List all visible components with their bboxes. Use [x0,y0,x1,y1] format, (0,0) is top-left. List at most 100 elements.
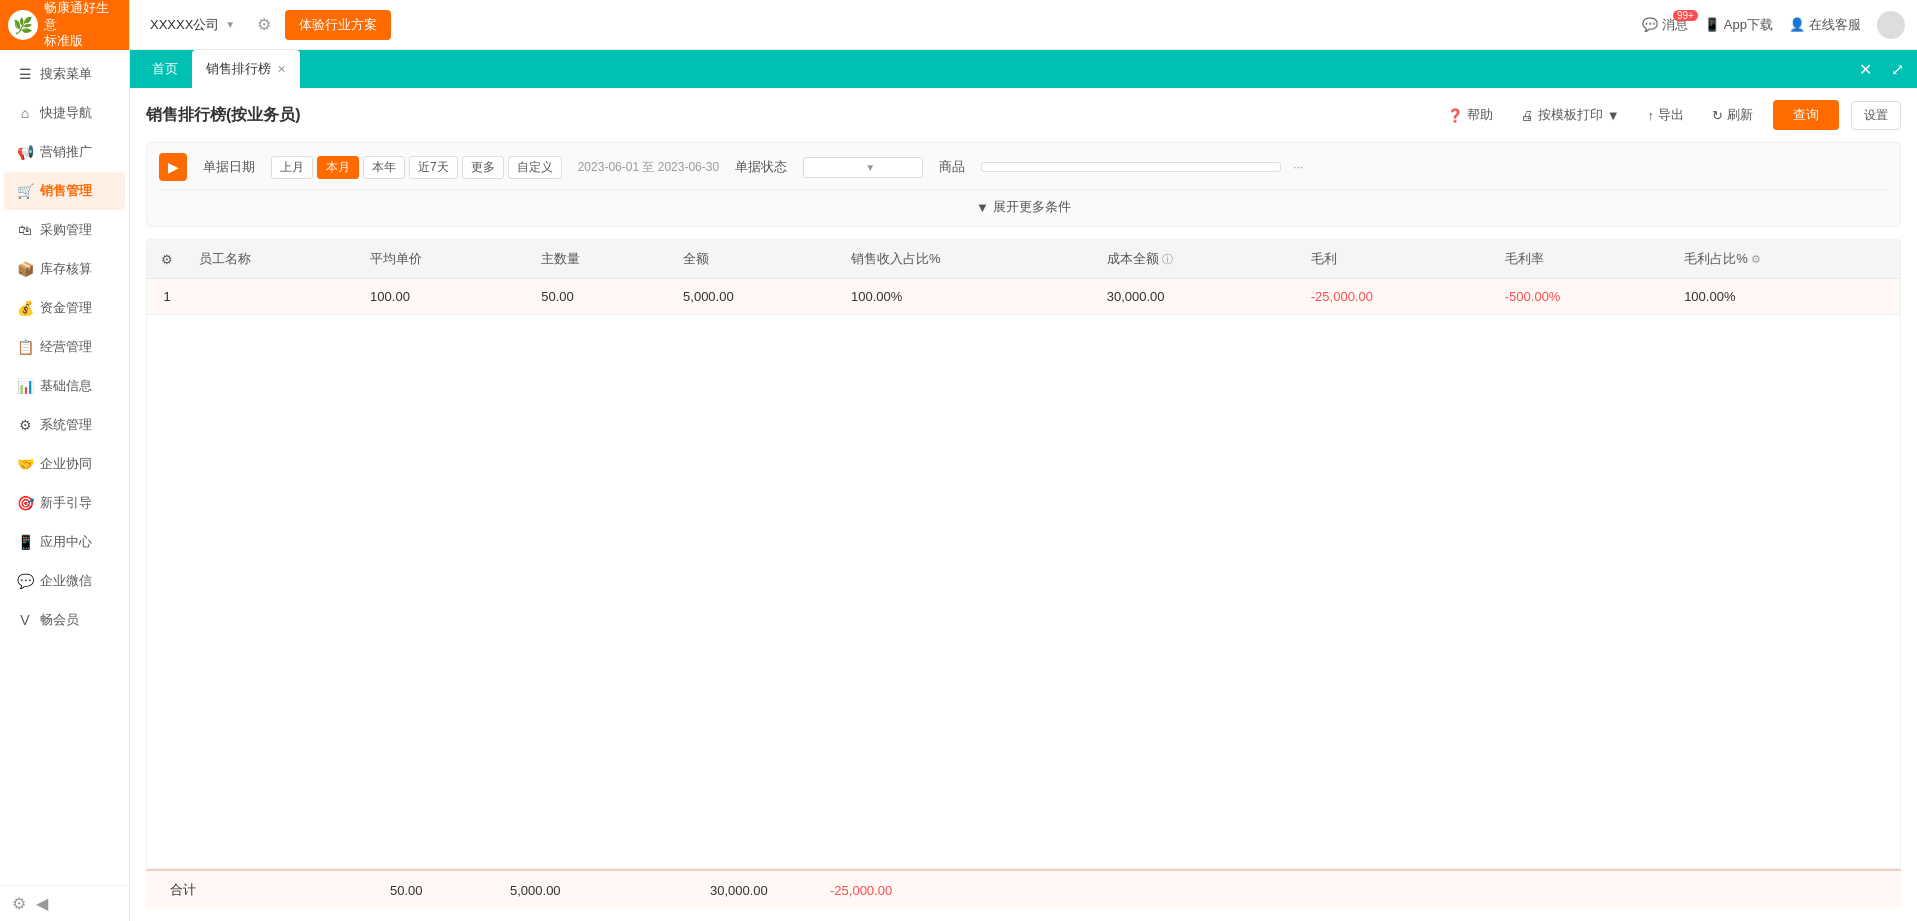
cell-gross: -25,000.00 [1299,279,1493,315]
tab-home[interactable]: 首页 [138,50,192,88]
app-download-action[interactable]: 📱 App下载 [1704,16,1773,34]
cell-rank: 1 [147,279,187,315]
tab-expand-icon[interactable]: ⤢ [1885,57,1909,81]
expand-more-button[interactable]: ▼ 展开更多条件 [159,198,1888,216]
tab-sales-rank[interactable]: 销售排行榜 ✕ [192,50,300,88]
topbar: XXXXX公司 ▼ ⚙ 体验行业方案 💬 消息 99+ 📱 App下载 👤 在线… [130,0,1917,50]
tab-close-icon[interactable]: ✕ [277,63,286,76]
sidebar-item-search[interactable]: ☰ 搜索菜单 [4,55,125,93]
inventory-icon: 📦 [16,261,34,277]
status-select-arrow: ▼ [865,162,914,173]
col-main-qty: 主数量 [529,240,671,279]
sidebar-item-app-center[interactable]: 📱 应用中心 [4,523,125,561]
main-area: XXXXX公司 ▼ ⚙ 体验行业方案 💬 消息 99+ 📱 App下载 👤 在线… [130,0,1917,921]
footer-collapse-icon[interactable]: ◀ [36,894,48,913]
refresh-icon: ↻ [1712,108,1723,123]
sidebar-item-purchase[interactable]: 🛍 采购管理 [4,211,125,249]
goods-select[interactable] [981,162,1281,172]
col-settings[interactable]: ⚙ [147,240,187,279]
logo-text: 畅康通好生意 标准版 [44,0,121,50]
settings-button[interactable]: 设置 [1851,101,1901,130]
sidebar-item-label: 营销推广 [40,143,92,161]
page-content: 销售排行榜(按业务员) ❓ 帮助 🖨 按模板打印 ▼ ↑ 导出 [130,88,1917,921]
sidebar-item-enterprise-wechat[interactable]: 💬 企业微信 [4,562,125,600]
sidebar-item-label: 基础信息 [40,377,92,395]
marketing-icon: 📢 [16,144,34,160]
col-gross-rate: 毛利率 [1493,240,1672,279]
footer-gross: -25,000.00 [818,883,938,898]
filter-expand-toggle[interactable]: ▶ [159,153,187,181]
footer-main-qty: 50.00 [378,883,498,898]
search-button[interactable]: 查询 [1773,100,1839,130]
sidebar-item-finance[interactable]: 💰 资金管理 [4,289,125,327]
sidebar-item-label: 经营管理 [40,338,92,356]
purchase-icon: 🛍 [16,222,34,238]
print-icon: 🖨 [1521,108,1534,123]
sidebar-item-operations[interactable]: 📋 经营管理 [4,328,125,366]
sidebar-item-sales[interactable]: 🛒 销售管理 [4,172,125,210]
status-filter-label: 单据状态 [735,158,787,176]
tab-close-all-icon[interactable]: ✕ [1853,57,1877,81]
data-table-container: ⚙ 员工名称 平均单价 主数量 全额 [146,239,1901,869]
user-avatar[interactable] [1877,11,1905,39]
tabbar: 首页 销售排行榜 ✕ ✕ ⤢ [130,50,1917,88]
company-selector[interactable]: XXXXX公司 ▼ [142,12,243,38]
date-btn-current-month[interactable]: 本月 [317,156,359,179]
app-download-icon: 📱 [1704,17,1720,32]
member-icon: V [16,612,34,628]
template-print-button[interactable]: 🖨 按模板打印 ▼ [1513,102,1628,128]
col-sales-pct: 销售收入占比% [839,240,1095,279]
sidebar-item-inventory[interactable]: 📦 库存核算 [4,250,125,288]
status-select[interactable]: ▼ [803,157,923,178]
sidebar-item-quick-nav[interactable]: ⌂ 快捷导航 [4,94,125,132]
message-badge: 99+ [1673,10,1698,21]
sidebar-item-system[interactable]: ⚙ 系统管理 [4,406,125,444]
sidebar-item-label: 企业协同 [40,455,92,473]
footer-cost: 30,000.00 [698,883,818,898]
footer-settings-icon[interactable]: ⚙ [12,894,26,913]
more-filters-btn[interactable]: ··· [1289,156,1307,178]
gross-pct-info-icon[interactable]: ⚙ [1751,253,1761,265]
sidebar-item-label: 资金管理 [40,299,92,317]
cell-employee-name [187,279,358,315]
date-btn-year[interactable]: 本年 [363,156,405,179]
sidebar-item-marketing[interactable]: 📢 营销推广 [4,133,125,171]
sidebar-item-enterprise-collab[interactable]: 🤝 企业协同 [4,445,125,483]
refresh-button[interactable]: ↻ 刷新 [1704,102,1761,128]
table-row: 1 100.00 50.00 5,000.00 100.00% 30,000.0… [147,279,1900,315]
date-btn-custom[interactable]: 自定义 [508,156,562,179]
collab-icon: 🤝 [16,456,34,472]
sidebar-footer: ⚙ ◀ [0,885,129,921]
sidebar-item-guide[interactable]: 🎯 新手引导 [4,484,125,522]
sales-icon: 🛒 [16,183,34,199]
logo-icon: 🌿 [8,10,38,40]
date-btn-last-month[interactable]: 上月 [271,156,313,179]
cell-main-qty: 50.00 [529,279,671,315]
sidebar-item-basic-info[interactable]: 📊 基础信息 [4,367,125,405]
page-inner: 销售排行榜(按业务员) ❓ 帮助 🖨 按模板打印 ▼ ↑ 导出 [130,88,1917,921]
online-service-action[interactable]: 👤 在线客服 [1789,16,1861,34]
cell-avg-price: 100.00 [358,279,529,315]
messages-action[interactable]: 💬 消息 99+ [1642,16,1688,34]
cell-sales-pct: 100.00% [839,279,1095,315]
page-title: 销售排行榜(按业务员) [146,105,301,126]
date-btn-7days[interactable]: 近7天 [409,156,458,179]
export-button[interactable]: ↑ 导出 [1640,102,1693,128]
sidebar-item-member[interactable]: V 畅会员 [4,601,125,639]
cell-amount: 5,000.00 [671,279,839,315]
sidebar-item-label: 快捷导航 [40,104,92,122]
sidebar-item-label: 搜索菜单 [40,65,92,83]
col-employee-name: 员工名称 [187,240,358,279]
sidebar-item-label: 销售管理 [40,182,92,200]
sidebar-item-label: 库存核算 [40,260,92,278]
help-button[interactable]: ❓ 帮助 [1439,102,1501,128]
company-name: XXXXX公司 [150,16,219,34]
sidebar: 🌿 畅康通好生意 标准版 ☰ 搜索菜单 ⌂ 快捷导航 📢 营销推广 🛒 销售管理… [0,0,130,921]
cost-info-icon[interactable]: ⓘ [1162,253,1173,265]
operations-icon: 📋 [16,339,34,355]
cell-cost: 30,000.00 [1095,279,1299,315]
trial-button[interactable]: 体验行业方案 [285,10,391,40]
wechat-icon: 💬 [16,573,34,589]
topbar-settings-icon[interactable]: ⚙ [257,15,271,34]
date-btn-more[interactable]: 更多 [462,156,504,179]
